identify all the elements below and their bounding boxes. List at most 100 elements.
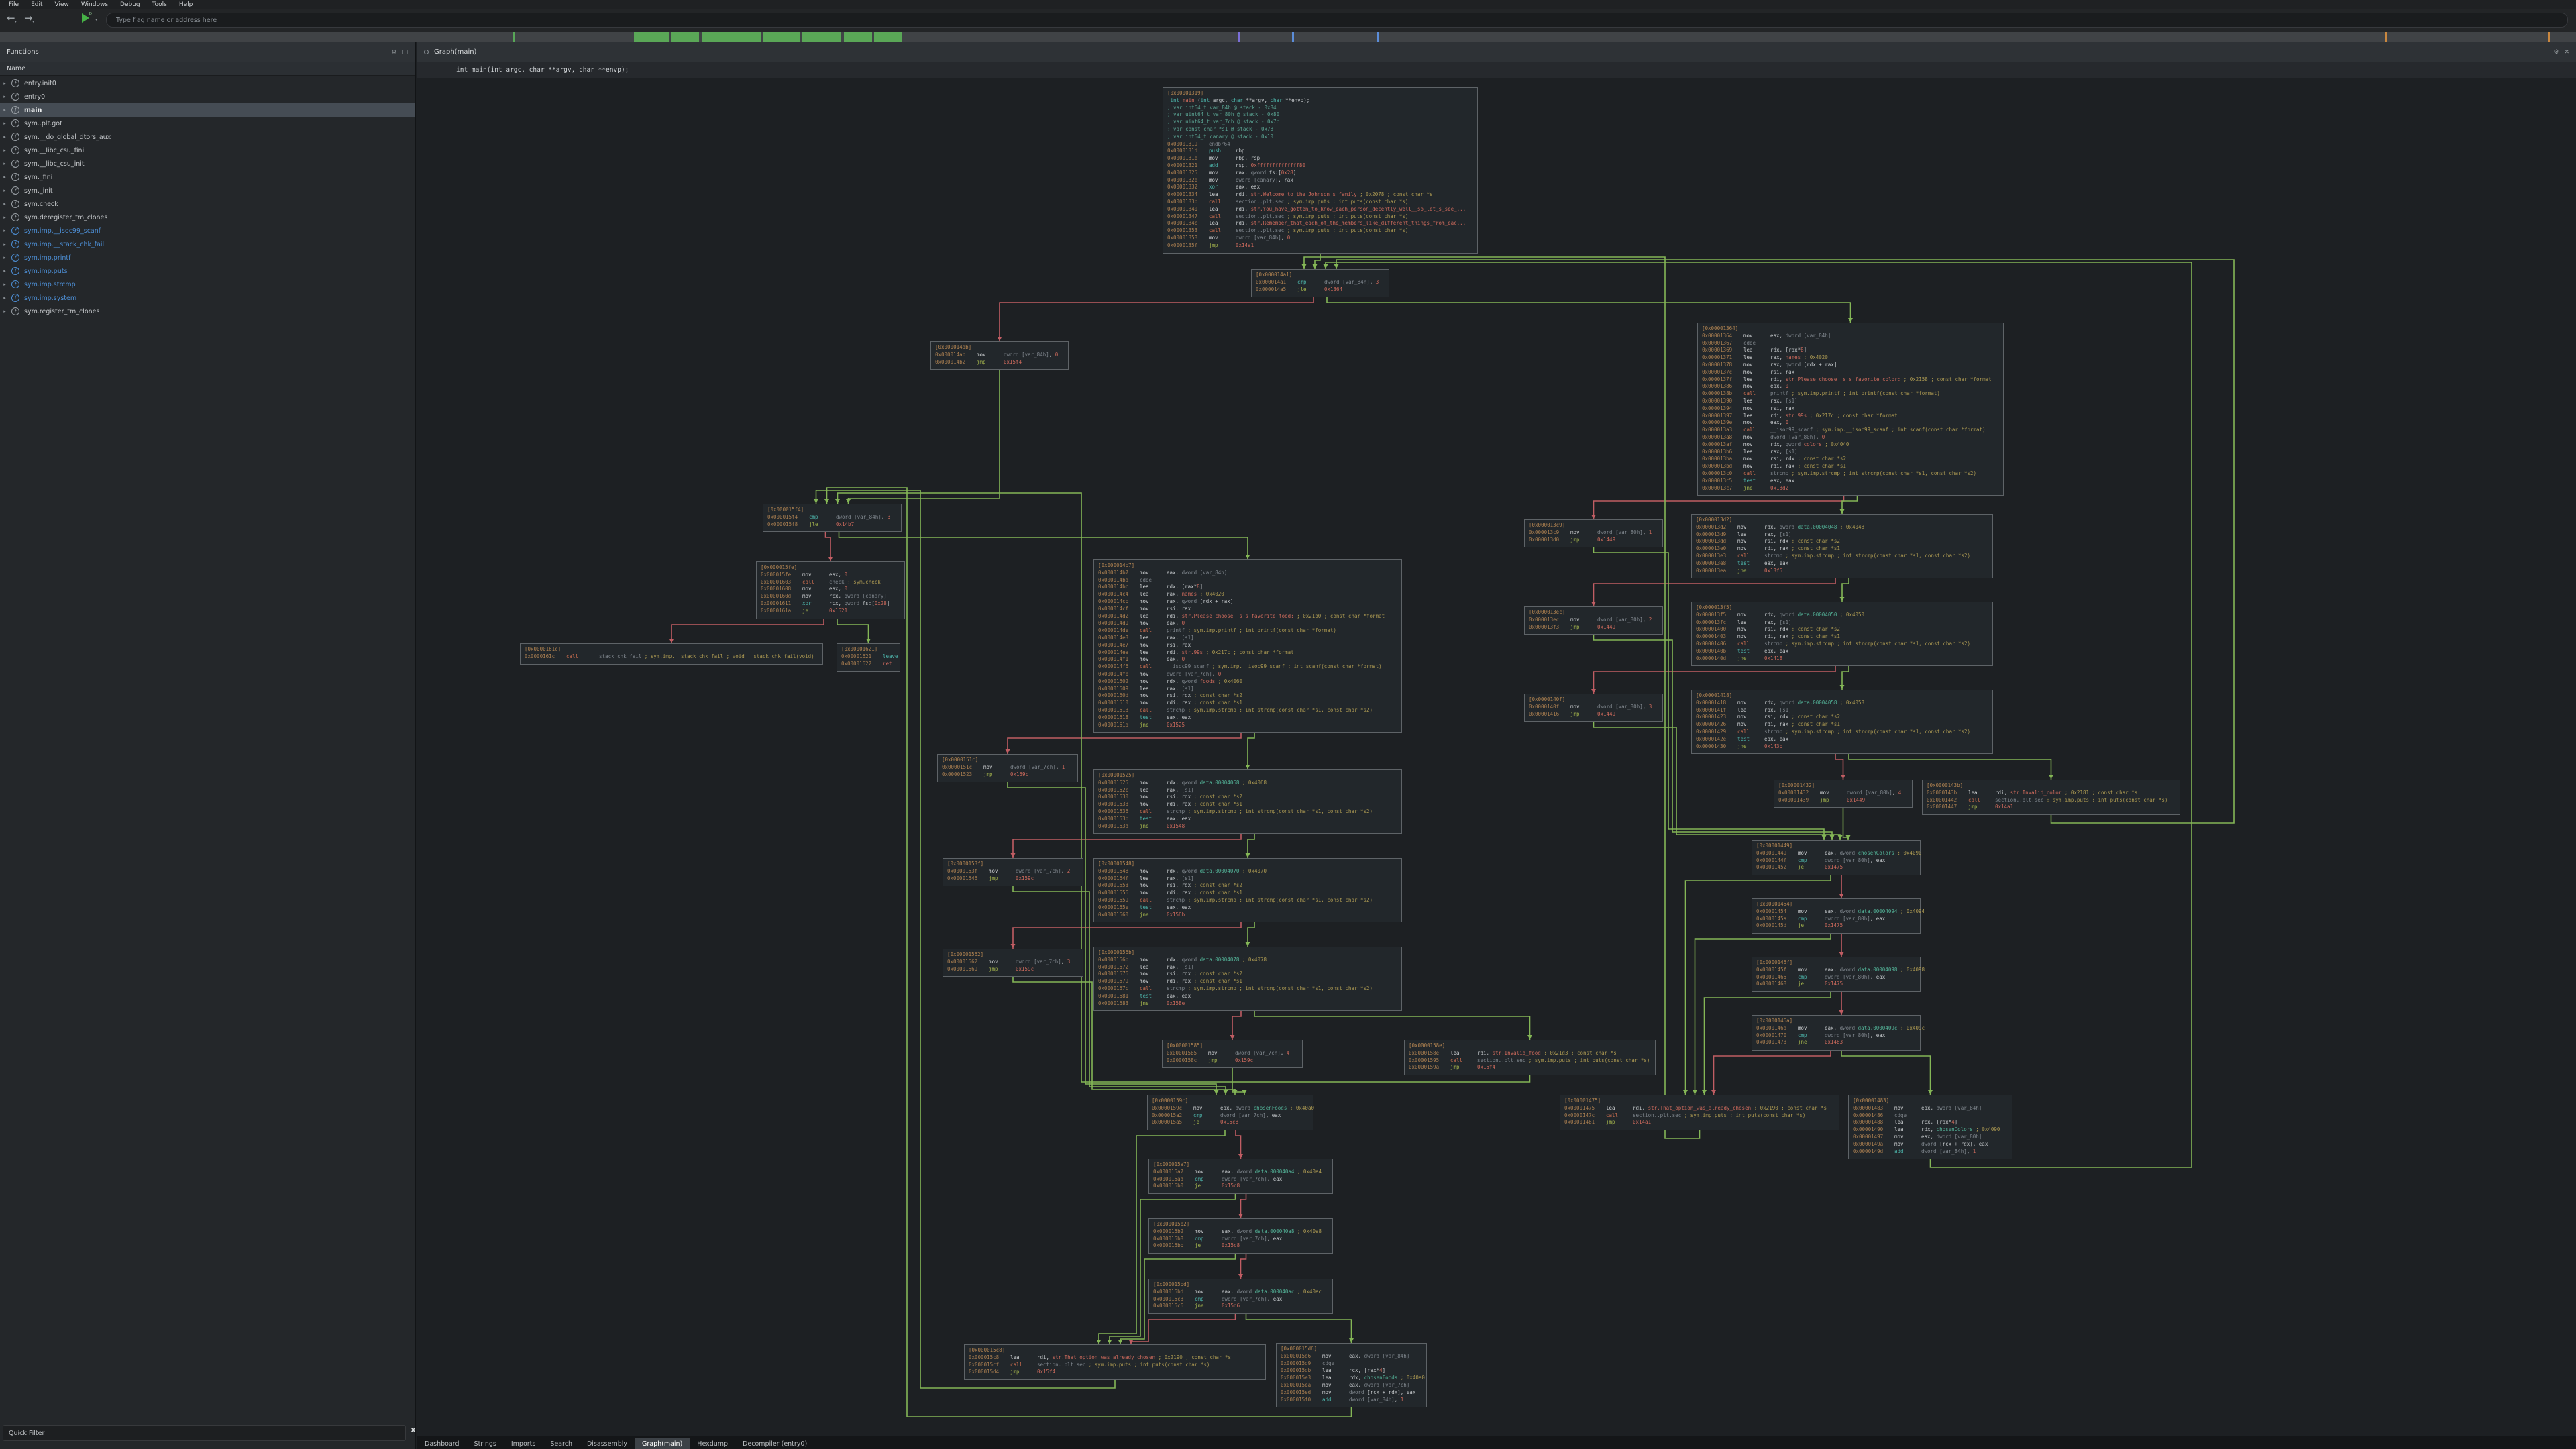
- debug-options-caret-icon[interactable]: ▾: [95, 17, 97, 22]
- disasm-line[interactable]: 0x00001367 cdqe: [1698, 340, 2003, 347]
- disasm-line[interactable]: 0x00001530 mov rsi, rdx ; const char *s2: [1094, 794, 1401, 801]
- disasm-line[interactable]: 0x0000153b test eax, eax: [1094, 816, 1401, 823]
- disasm-line[interactable]: 0x000015c3 cmp dword [var_7ch], eax: [1149, 1296, 1332, 1303]
- debug-start-button[interactable]: [82, 13, 89, 23]
- disasm-line[interactable]: 0x00001430 jne 0x143b: [1692, 743, 1992, 751]
- disasm-line[interactable]: 0x000013ba mov rsi, rdx ; const char *s2: [1698, 455, 2003, 463]
- disasm-line[interactable]: 0x00001576 mov rsi, rdx ; const char *s2: [1094, 971, 1401, 978]
- seekbar-flag-tick[interactable]: [1292, 32, 1294, 42]
- disasm-line[interactable]: 0x0000140b test eax, eax: [1692, 648, 1992, 655]
- disasm-line[interactable]: 0x0000153f mov dword [var_7ch], 2: [943, 868, 1083, 875]
- basic-block-0x00001364[interactable]: [0x00001364] 0x00001364 mov eax, dword [var…: [1697, 323, 2004, 496]
- expand-arrow-icon[interactable]: ▸: [0, 201, 9, 207]
- disasm-line[interactable]: ; var uint64_t var_80h @ stack - 0x80: [1163, 111, 1477, 119]
- disasm-line[interactable]: 0x000013dd mov rsi, rdx ; const char *s2: [1692, 538, 1992, 545]
- disasm-line[interactable]: 0x000013ec mov dword [var_80h], 2: [1525, 616, 1662, 624]
- disasm-line[interactable]: 0x00001406 call strcmp ; sym.imp.strcmp ; …: [1692, 641, 1992, 648]
- disasm-line[interactable]: 0x00001454 mov eax, dword data.00004094 ; …: [1752, 908, 1925, 916]
- disasm-line[interactable]: 0x000013e0 mov rdi, rax ; const char *s1: [1692, 545, 1992, 553]
- disasm-line[interactable]: 0x000015d6 mov eax, dword [var_84h]: [1277, 1353, 1426, 1360]
- disasm-line[interactable]: 0x00001523 jmp 0x159c: [938, 771, 1077, 779]
- disasm-line[interactable]: 0x0000132e mov qword [canary], rax: [1163, 177, 1477, 184]
- disasm-line[interactable]: 0x00001325 mov rax, qword fs:[0x28]: [1163, 170, 1477, 177]
- disasm-line[interactable]: 0x000013b6 lea rax, [s1]: [1698, 449, 2003, 456]
- disasm-line[interactable]: 0x000015c8 lea rdi, str.That_option_was_al…: [965, 1354, 1265, 1362]
- basic-block-0x0000146a[interactable]: [0x0000146a] 0x0000146a mov eax, dword data…: [1752, 1015, 1925, 1051]
- disasm-line[interactable]: 0x00001583 jne 0x158e: [1094, 1000, 1401, 1008]
- seekbar-flag-tick[interactable]: [1238, 32, 1240, 42]
- disasm-line[interactable]: 0x00001559 call strcmp ; sym.imp.strcmp ; …: [1094, 897, 1401, 904]
- function-item-sym.imp.__stack_chk_fail[interactable]: ▸ ƒ sym.imp.__stack_chk_fail: [0, 237, 415, 251]
- address-seekbar[interactable]: [0, 32, 2576, 42]
- basic-block-0x00001548[interactable]: [0x00001548] 0x00001548 mov rdx, qword data…: [1093, 858, 1402, 923]
- graph-close-icon[interactable]: ✕: [2564, 49, 2569, 56]
- menu-view[interactable]: View: [49, 1, 75, 8]
- disasm-line[interactable]: 0x000013e3 call strcmp ; sym.imp.strcmp ; …: [1692, 553, 1992, 560]
- disasm-line[interactable]: 0x000013af mov rdx, qword colors ; 0x4040: [1698, 441, 2003, 449]
- disasm-line[interactable]: 0x000014f1 mov eax, 0: [1094, 656, 1401, 663]
- disasm-line[interactable]: 0x000015a7 mov eax, dword data.000040a4 ; …: [1149, 1169, 1332, 1176]
- disasm-line[interactable]: 0x000015e3 lea rdx, chosenFoods ; 0x40a0: [1277, 1375, 1426, 1382]
- disasm-line[interactable]: 0x00001449 mov eax, dword chosenColors ; 0…: [1752, 850, 1922, 857]
- basic-block-0x000014a1[interactable]: [0x000014a1] 0x000014a1 cmp dword [var_84h]…: [1251, 269, 1389, 298]
- expand-arrow-icon[interactable]: ▸: [0, 309, 9, 314]
- disasm-line[interactable]: 0x00001353 call section..plt.sec ; sym.imp…: [1163, 227, 1477, 235]
- function-item-sym.imp.strcmp[interactable]: ▸ ƒ sym.imp.strcmp: [0, 278, 415, 291]
- flag-search-input[interactable]: [106, 13, 2568, 28]
- disasm-line[interactable]: 0x000013c5 test eax, eax: [1698, 478, 2003, 485]
- disasm-line[interactable]: 0x00001585 mov dword [var_7ch], 4: [1163, 1050, 1302, 1057]
- quick-filter-input[interactable]: [3, 1425, 406, 1441]
- disasm-line[interactable]: 0x00001611 xor rcx, qword fs:[0x28]: [757, 600, 904, 608]
- disasm-line[interactable]: 0x0000140f mov dword [var_80h], 3: [1525, 704, 1662, 711]
- function-item-sym.check[interactable]: ▸ ƒ sym.check: [0, 197, 415, 211]
- disasm-line[interactable]: 0x000015ed mov dword [rcx + rdx], eax: [1277, 1389, 1426, 1397]
- disasm-line[interactable]: 0x00001556 mov rdi, rax ; const char *s1: [1094, 890, 1401, 897]
- disasm-line[interactable]: 0x0000145f mov eax, dword data.00004098 ; …: [1752, 967, 1925, 974]
- basic-block-0x000014b7[interactable]: [0x000014b7] 0x000014b7 mov eax, dword [var…: [1093, 559, 1402, 733]
- seekbar-flag-tick[interactable]: [1377, 32, 1379, 42]
- panel-detach-icon[interactable]: ▢: [402, 49, 408, 56]
- disasm-line[interactable]: 0x0000153d jne 0x1548: [1094, 823, 1401, 830]
- functions-panel-title[interactable]: Functions ⚙ ▢: [0, 42, 415, 62]
- disasm-line[interactable]: 0x00001432 mov dword [var_80h], 4: [1774, 790, 1912, 797]
- disasm-line[interactable]: 0x00001525 mov rdx, qword data.00004068 ; …: [1094, 780, 1401, 787]
- disasm-line[interactable]: 0x00001332 xor eax, eax: [1163, 184, 1477, 191]
- disasm-line[interactable]: 0x00001608 mov eax, 0: [757, 586, 904, 593]
- disasm-line[interactable]: 0x0000149d add dword [var_84h], 1: [1849, 1148, 2012, 1156]
- disasm-line[interactable]: 0x000013d2 mov rdx, qword data.00004048 ; …: [1692, 524, 1992, 531]
- disasm-line[interactable]: 0x000014cb mov rax, qword [rdx + rax]: [1094, 598, 1401, 606]
- disasm-line[interactable]: 0x0000134c lea rdi, str.Remember_that_each…: [1163, 220, 1477, 227]
- basic-block-0x000015b2[interactable]: [0x000015b2] 0x000015b2 mov eax, dword data…: [1148, 1218, 1333, 1254]
- function-item-sym.__libc_csu_init[interactable]: ▸ ƒ sym.__libc_csu_init: [0, 157, 415, 170]
- disasm-line[interactable]: 0x000014e7 mov rsi, rax: [1094, 642, 1401, 649]
- basic-block-0x0000151c[interactable]: [0x0000151c] 0x0000151c mov dword [var_7ch]…: [937, 754, 1078, 783]
- basic-block-0x000013f5[interactable]: [0x000013f5] 0x000013f5 mov rdx, qword data…: [1691, 602, 1993, 667]
- disasm-line[interactable]: 0x00001470 cmp dword [var_80h], eax: [1752, 1032, 1920, 1040]
- disasm-line[interactable]: 0x000014ab mov dword [var_84h], 0: [931, 352, 1068, 359]
- disasm-line[interactable]: 0x000015d4 jmp 0x15f4: [965, 1368, 1265, 1376]
- disasm-line[interactable]: 0x00001426 mov rdi, rax ; const char *s1: [1692, 721, 1992, 729]
- tab-Imports[interactable]: Imports: [504, 1438, 543, 1449]
- disasm-line[interactable]: 0x00001386 mov eax, 0: [1698, 383, 2003, 390]
- disasm-line[interactable]: 0x000014ea lea rdi, str.99s ; 0x217c ; con…: [1094, 649, 1401, 657]
- disasm-line[interactable]: 0x00001497 mov eax, dword [var_80h]: [1849, 1134, 2012, 1141]
- disasm-line[interactable]: 0x00001569 jmp 0x159c: [943, 966, 1083, 973]
- disasm-line[interactable]: 0x00001473 jne 0x1483: [1752, 1039, 1920, 1046]
- disasm-line[interactable]: 0x000013a3 call __isoc99_scanf ; sym.imp._…: [1698, 427, 2003, 434]
- disasm-line[interactable]: 0x000015b8 cmp dword [var_7ch], eax: [1149, 1236, 1332, 1243]
- basic-block-0x000015f4[interactable]: [0x000015f4] 0x000015f4 cmp dword [var_84h]…: [763, 504, 902, 533]
- disasm-line[interactable]: 0x00001340 lea rdi, str.You_have_gotten_to…: [1163, 206, 1477, 213]
- disasm-line[interactable]: 0x000015b2 mov eax, dword data.000040a8 ; …: [1149, 1228, 1332, 1236]
- disasm-line[interactable]: 0x0000157c call strcmp ; sym.imp.strcmp ; …: [1094, 985, 1401, 993]
- disasm-line[interactable]: 0x0000147c call section..plt.sec ; sym.imp…: [1560, 1112, 1839, 1120]
- disasm-line[interactable]: 0x0000156b mov rdx, qword data.00004078 ; …: [1094, 957, 1401, 964]
- back-button[interactable]: ←: [7, 12, 15, 24]
- basic-block-0x000013ec[interactable]: [0x000013ec] 0x000013ec mov dword [var_80h]…: [1524, 606, 1663, 635]
- disasm-line[interactable]: 0x00001418 mov rdx, qword data.00004058 ; …: [1692, 700, 1992, 707]
- seekbar-section[interactable]: [802, 32, 841, 42]
- forward-button[interactable]: →: [24, 12, 33, 24]
- disasm-line[interactable]: 0x000013f3 jmp 0x1449: [1525, 624, 1662, 631]
- disasm-line[interactable]: 0x00001475 lea rdi, str.That_option_was_al…: [1560, 1105, 1839, 1112]
- disasm-line[interactable]: 0x0000131d push rbp: [1163, 148, 1477, 155]
- disasm-line[interactable]: 0x00001364 mov eax, dword [var_84h]: [1698, 333, 2003, 340]
